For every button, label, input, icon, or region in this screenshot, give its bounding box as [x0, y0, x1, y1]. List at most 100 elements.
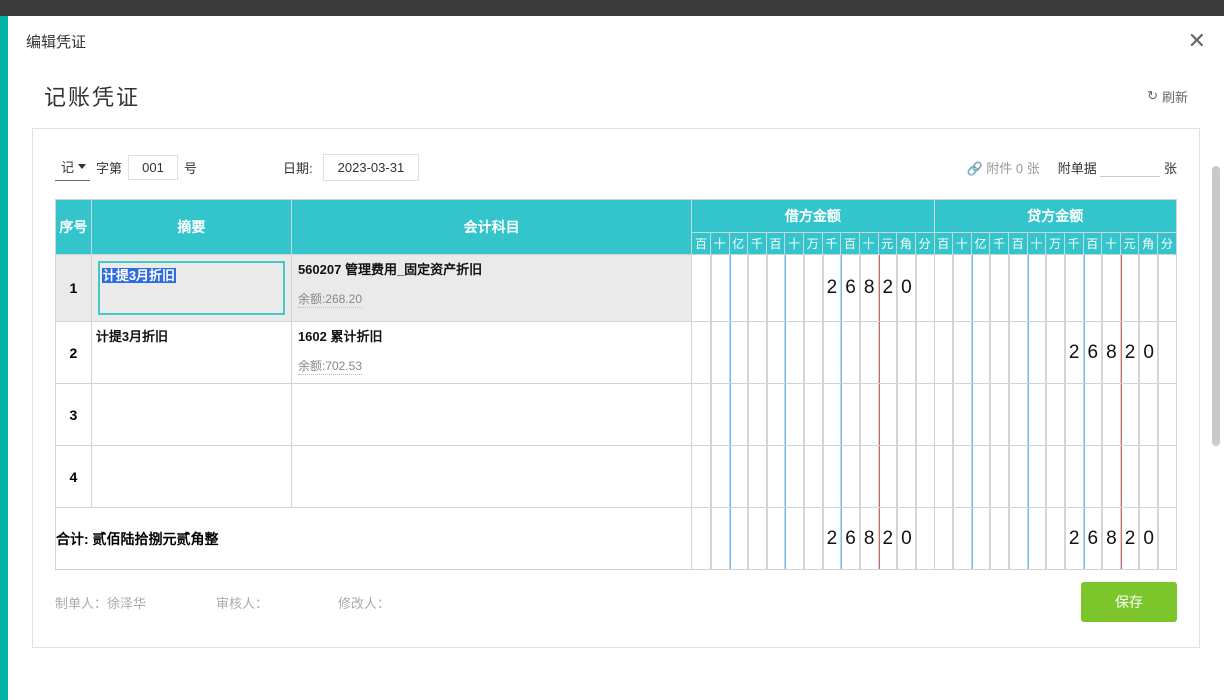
amount-cell[interactable] [1102, 446, 1121, 508]
amount-cell[interactable]: 2 [1064, 508, 1083, 570]
amount-cell[interactable] [1046, 322, 1065, 384]
amount-cell[interactable] [1120, 255, 1139, 322]
amount-cell[interactable] [710, 255, 729, 322]
subject-cell[interactable]: 1602 累计折旧余额:702.53 [291, 322, 691, 384]
amount-cell[interactable] [766, 322, 785, 384]
amount-cell[interactable] [729, 255, 748, 322]
amount-cell[interactable]: 0 [1139, 322, 1158, 384]
amount-cell[interactable] [1120, 446, 1139, 508]
amount-cell[interactable] [897, 446, 916, 508]
amount-cell[interactable]: 0 [1139, 508, 1158, 570]
amount-cell[interactable] [1139, 255, 1158, 322]
subject-cell[interactable] [291, 384, 691, 446]
amount-cell[interactable] [785, 322, 804, 384]
amount-cell[interactable] [785, 255, 804, 322]
amount-cell[interactable] [692, 384, 711, 446]
amount-cell[interactable]: 8 [859, 508, 878, 570]
amount-cell[interactable] [766, 384, 785, 446]
amount-cell[interactable] [1102, 384, 1121, 446]
amount-cell[interactable] [915, 446, 934, 508]
amount-cell[interactable] [766, 255, 785, 322]
amount-cell[interactable] [729, 508, 748, 570]
amount-cell[interactable] [859, 384, 878, 446]
amount-cell[interactable]: 2 [822, 508, 841, 570]
amount-cell[interactable]: 6 [1083, 508, 1102, 570]
amount-cell[interactable] [971, 384, 990, 446]
amount-cell[interactable] [915, 322, 934, 384]
amount-cell[interactable] [1009, 322, 1028, 384]
amount-cell[interactable] [1158, 508, 1177, 570]
summary-cell[interactable] [91, 446, 291, 508]
amount-cell[interactable] [953, 322, 972, 384]
amount-cell[interactable] [1158, 446, 1177, 508]
amount-cell[interactable] [990, 255, 1009, 322]
amount-cell[interactable] [971, 322, 990, 384]
amount-cell[interactable] [1083, 255, 1102, 322]
amount-cell[interactable] [1064, 446, 1083, 508]
amount-cell[interactable] [1139, 446, 1158, 508]
amount-cell[interactable] [1158, 384, 1177, 446]
amount-cell[interactable] [1009, 508, 1028, 570]
amount-cell[interactable] [748, 446, 767, 508]
amount-cell[interactable] [934, 446, 953, 508]
amount-cell[interactable] [971, 255, 990, 322]
amount-cell[interactable]: 6 [841, 508, 860, 570]
amount-cell[interactable] [1046, 446, 1065, 508]
amount-cell[interactable] [897, 322, 916, 384]
amount-cell[interactable] [990, 508, 1009, 570]
amount-cell[interactable]: 2 [1120, 508, 1139, 570]
amount-cell[interactable] [841, 446, 860, 508]
amount-cell[interactable] [953, 508, 972, 570]
amount-cell[interactable]: 6 [841, 255, 860, 322]
amount-cell[interactable] [729, 322, 748, 384]
amount-cell[interactable] [953, 255, 972, 322]
amount-cell[interactable] [822, 322, 841, 384]
amount-cell[interactable] [1064, 255, 1083, 322]
amount-cell[interactable] [878, 446, 897, 508]
amount-cell[interactable] [804, 255, 823, 322]
amount-cell[interactable] [915, 255, 934, 322]
amount-cell[interactable] [729, 446, 748, 508]
amount-cell[interactable] [1027, 446, 1046, 508]
amount-cell[interactable] [1102, 255, 1121, 322]
amount-cell[interactable] [1083, 384, 1102, 446]
amount-cell[interactable] [934, 322, 953, 384]
save-button[interactable]: 保存 [1081, 582, 1177, 622]
amount-cell[interactable] [1158, 322, 1177, 384]
amount-cell[interactable] [1027, 255, 1046, 322]
amount-cell[interactable] [841, 384, 860, 446]
amount-cell[interactable]: 0 [897, 255, 916, 322]
amount-cell[interactable]: 2 [878, 255, 897, 322]
amount-cell[interactable]: 2 [878, 508, 897, 570]
amount-cell[interactable] [710, 508, 729, 570]
amount-cell[interactable] [1009, 446, 1028, 508]
amount-cell[interactable] [878, 322, 897, 384]
amount-cell[interactable] [1046, 255, 1065, 322]
attachment-link[interactable]: 🔗 附件 0 张 [966, 158, 1039, 177]
amount-cell[interactable] [1046, 508, 1065, 570]
amount-cell[interactable] [748, 508, 767, 570]
amount-cell[interactable] [692, 446, 711, 508]
amount-cell[interactable] [692, 322, 711, 384]
amount-cell[interactable] [934, 255, 953, 322]
amount-cell[interactable] [748, 384, 767, 446]
amount-cell[interactable] [710, 446, 729, 508]
amount-cell[interactable] [971, 508, 990, 570]
amount-cell[interactable]: 8 [1102, 322, 1121, 384]
amount-cell[interactable] [692, 508, 711, 570]
amount-cell[interactable] [971, 446, 990, 508]
amount-cell[interactable] [1158, 255, 1177, 322]
amount-cell[interactable] [1120, 384, 1139, 446]
amount-cell[interactable] [748, 255, 767, 322]
amount-cell[interactable] [953, 446, 972, 508]
amount-cell[interactable] [692, 255, 711, 322]
subject-cell[interactable]: 560207 管理费用_固定资产折旧余额:268.20 [291, 255, 691, 322]
amount-cell[interactable]: 2 [822, 255, 841, 322]
fudan-input[interactable] [1100, 161, 1160, 177]
amount-cell[interactable] [990, 384, 1009, 446]
amount-cell[interactable] [1064, 384, 1083, 446]
amount-cell[interactable] [953, 384, 972, 446]
amount-cell[interactable] [841, 322, 860, 384]
amount-cell[interactable] [804, 508, 823, 570]
amount-cell[interactable] [915, 508, 934, 570]
